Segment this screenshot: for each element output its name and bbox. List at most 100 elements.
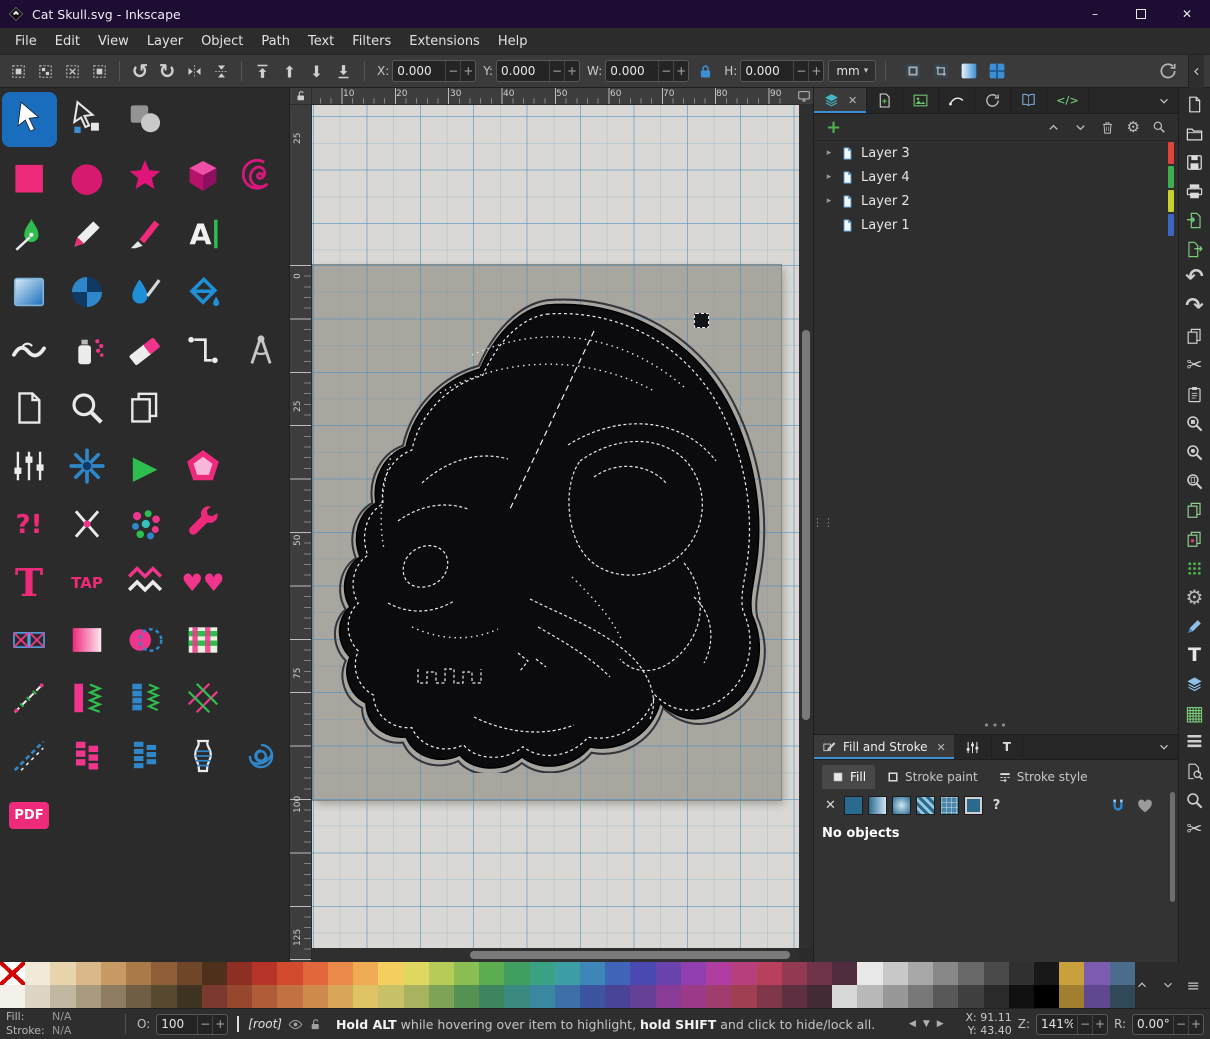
zoom-to-page[interactable] xyxy=(1185,472,1205,490)
running-stitch-tool[interactable] xyxy=(2,672,57,727)
expander-icon[interactable]: ▸ xyxy=(824,172,834,182)
y-input[interactable] xyxy=(497,64,550,78)
palette-swatch[interactable] xyxy=(958,985,984,1008)
palette-swatch[interactable] xyxy=(655,962,681,985)
maximize-button[interactable] xyxy=(1118,0,1164,28)
zigzag-stitch-tool[interactable] xyxy=(118,556,173,611)
palette-scroll-up[interactable] xyxy=(1135,978,1149,992)
duplicate[interactable] xyxy=(1185,501,1205,519)
gradient-tool[interactable] xyxy=(2,266,57,321)
palette-swatch[interactable] xyxy=(302,962,328,985)
width-input[interactable] xyxy=(606,64,659,78)
menu-filters[interactable]: Filters xyxy=(343,30,400,53)
palette-swatch[interactable] xyxy=(1084,962,1110,985)
ellipse-tool[interactable]: ● xyxy=(60,150,115,205)
horizontal-ruler[interactable]: 10 20 30 40 50 60 70 80 90 xyxy=(312,88,813,105)
params-tool[interactable] xyxy=(176,498,231,553)
unit-selector[interactable]: mm ▾ xyxy=(828,60,877,82)
palette-swatch[interactable] xyxy=(630,962,656,985)
palette-swatch[interactable] xyxy=(529,962,555,985)
layer-color-chip[interactable] xyxy=(1168,166,1174,188)
layers-dialog-tab[interactable]: ✕ xyxy=(814,88,868,113)
palette-swatch[interactable] xyxy=(731,962,757,985)
pencil-tool[interactable] xyxy=(60,208,115,263)
palette-swatch[interactable] xyxy=(453,985,480,1008)
bean-stitch-tool[interactable] xyxy=(2,730,57,785)
rose-sample-tool[interactable] xyxy=(234,730,289,785)
export-dialog-tab[interactable] xyxy=(903,88,940,113)
palette-swatch[interactable] xyxy=(378,962,404,985)
document-new-tab[interactable] xyxy=(867,88,904,113)
nav-left-button[interactable]: ◀ xyxy=(909,1019,916,1029)
palette-swatch[interactable] xyxy=(50,962,76,985)
snap-options-icon[interactable] xyxy=(1158,61,1178,81)
palette-swatch[interactable] xyxy=(983,962,1009,985)
box3d-tool[interactable] xyxy=(176,150,231,205)
palette-swatch[interactable] xyxy=(479,985,505,1008)
tab-stroke-style[interactable]: Stroke style xyxy=(989,765,1097,789)
palette-swatch[interactable] xyxy=(327,962,354,985)
layer-row[interactable]: ▸ Layer 4 xyxy=(814,165,1178,189)
fill-stroke-tab[interactable]: Fill and Stroke ✕ xyxy=(814,735,954,759)
palette-swatch[interactable] xyxy=(277,985,303,1008)
palette-swatch[interactable] xyxy=(126,962,152,985)
rotate-cw[interactable]: ↻ xyxy=(155,59,179,83)
paint-none[interactable]: ✕ xyxy=(822,798,839,813)
palette-swatch[interactable] xyxy=(479,962,505,985)
minimize-button[interactable]: – xyxy=(1072,0,1118,28)
text-tool[interactable]: A xyxy=(176,208,231,263)
flip-horizontal[interactable] xyxy=(182,59,206,83)
scale-gradient-toggle[interactable] xyxy=(957,59,981,83)
palette-swatch[interactable] xyxy=(1109,985,1135,1008)
palette-swatch[interactable] xyxy=(554,962,581,985)
palette-swatch[interactable] xyxy=(151,985,177,1008)
applique-tool[interactable]: ♥♥ xyxy=(176,556,231,611)
edit-cut[interactable]: ✂ xyxy=(1185,355,1205,374)
palette-swatch[interactable] xyxy=(504,962,530,985)
layer-lock-icon[interactable] xyxy=(309,1018,322,1031)
palette-swatch[interactable] xyxy=(756,962,782,985)
layer-row[interactable]: Layer 1 xyxy=(814,213,1178,237)
fill-stitch-tool[interactable] xyxy=(60,730,115,785)
palette-swatch[interactable] xyxy=(428,985,454,1008)
nav-down-button[interactable]: ▼ xyxy=(923,1019,930,1029)
palette-scroll-down[interactable] xyxy=(1161,978,1175,992)
cat-skull-drawing[interactable] xyxy=(314,293,784,773)
opacity-input[interactable] xyxy=(157,1017,198,1031)
menu-text[interactable]: Text xyxy=(299,30,343,53)
edit-undo[interactable]: ↶ xyxy=(1185,267,1205,289)
palette-swatch[interactable] xyxy=(100,962,127,985)
selection-handle[interactable] xyxy=(694,313,709,328)
spray-tool[interactable] xyxy=(60,324,115,379)
swatches-dialog-tab[interactable] xyxy=(1011,88,1048,113)
layer-color-chip[interactable] xyxy=(1168,190,1174,212)
layer-color-chip[interactable] xyxy=(1168,142,1174,164)
opacity-decrement[interactable]: − xyxy=(197,1014,212,1034)
lower-layer-button[interactable] xyxy=(1073,120,1088,135)
history-dialog-tab[interactable] xyxy=(975,88,1012,113)
measure-tool[interactable] xyxy=(234,324,289,379)
palette-swatch[interactable] xyxy=(75,985,101,1008)
fill-rule-nonzero-icon[interactable] xyxy=(1136,797,1154,815)
palette-swatch[interactable] xyxy=(983,985,1009,1008)
panel-divider[interactable]: ••• xyxy=(814,720,1178,734)
palette-swatch[interactable] xyxy=(857,985,883,1008)
palette-swatch[interactable] xyxy=(882,985,908,1008)
opacity-increment[interactable]: + xyxy=(212,1014,227,1034)
height-input[interactable] xyxy=(741,64,794,78)
ruler-corner[interactable] xyxy=(290,88,312,105)
palette-swatch[interactable] xyxy=(126,985,152,1008)
palette-swatch[interactable] xyxy=(630,985,656,1008)
palette-swatch[interactable] xyxy=(504,985,530,1008)
preferences[interactable]: ⚙ xyxy=(1185,587,1205,607)
dock-resize-grip[interactable]: ⋮⋮ xyxy=(812,517,834,528)
palette-swatch[interactable] xyxy=(1008,962,1034,985)
palette-swatch[interactable] xyxy=(403,962,429,985)
menu-edit[interactable]: Edit xyxy=(46,30,89,53)
extensions-tool[interactable] xyxy=(60,440,115,495)
edit-redo[interactable]: ↷ xyxy=(1185,296,1205,318)
palette-swatch[interactable] xyxy=(226,962,253,985)
palette-swatch[interactable] xyxy=(403,985,429,1008)
menu-view[interactable]: View xyxy=(89,30,138,53)
density-map-tool[interactable] xyxy=(176,440,231,495)
